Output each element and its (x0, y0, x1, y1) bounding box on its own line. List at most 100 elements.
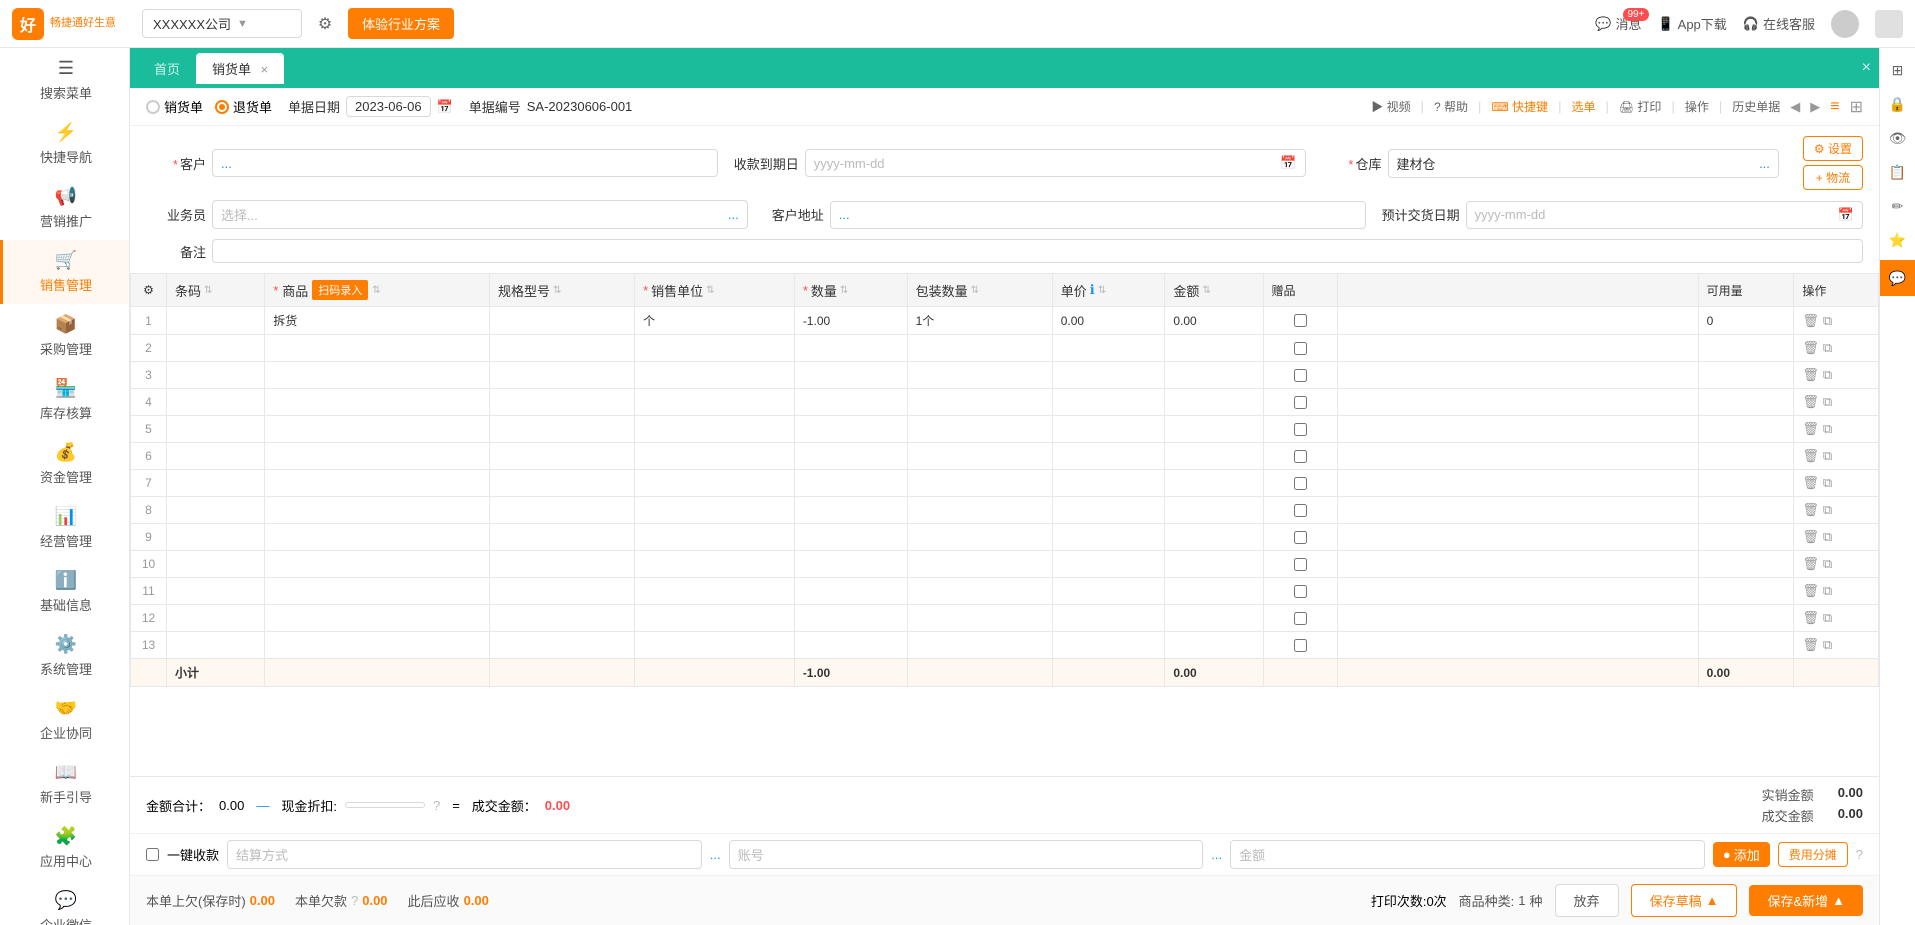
delete-icon[interactable]: 🗑 (1802, 421, 1819, 437)
discard-btn[interactable]: 放弃 (1555, 884, 1619, 917)
company-selector[interactable]: XXXXXX公司 ▼ (142, 9, 302, 38)
view-grid-icon[interactable]: ⊞ (1850, 97, 1863, 117)
row-gift-checkbox[interactable] (1294, 531, 1307, 544)
tab-home[interactable]: 首页 (138, 53, 196, 84)
add-payment-btn[interactable]: ● 添加 (1713, 842, 1770, 867)
rs-icon-6[interactable]: ⭐ (1884, 226, 1912, 254)
sidebar-item-sales[interactable]: 🛒 销售管理 (0, 240, 129, 304)
tab-close-icon[interactable]: × (261, 62, 269, 77)
sidebar-item-enterprise[interactable]: 🤝 企业协同 (0, 688, 129, 752)
dropdown-arrow-draft-icon[interactable]: ▲ (1706, 893, 1719, 908)
sidebar-item-quick-nav[interactable]: ⚡ 快捷导航 (0, 112, 129, 176)
sort-icon-unit[interactable]: ⇅ (706, 285, 714, 296)
due-date-input[interactable]: yyyy-mm-dd 📅 (805, 149, 1306, 177)
company-settings-icon[interactable]: ⚙ (310, 9, 340, 39)
sidebar-item-app-center[interactable]: 🧩 应用中心 (0, 816, 129, 880)
help-icon[interactable]: ? (433, 798, 440, 813)
one-click-payment-checkbox[interactable] (146, 848, 159, 861)
copy-icon[interactable]: ⧉ (1823, 529, 1832, 545)
sidebar-item-wechat[interactable]: 💬 企业微信 (0, 880, 129, 925)
save-new-btn[interactable]: 保存&新增 ▲ (1749, 885, 1863, 916)
row-1-product[interactable]: 拆货 (265, 307, 490, 335)
calendar-icon[interactable]: 📅 (437, 99, 453, 115)
row-1-barcode[interactable] (167, 307, 265, 335)
save-draft-btn[interactable]: 保存草稿 ▲ (1631, 884, 1738, 917)
copy-icon[interactable]: ⧉ (1823, 475, 1832, 491)
row-gift-checkbox[interactable] (1294, 342, 1307, 355)
help-link[interactable]: ? 帮助 (1434, 98, 1468, 115)
message-btn[interactable]: 💬 消息 99+ (1595, 14, 1641, 33)
copy-icon[interactable]: ⧉ (1823, 448, 1832, 464)
user-menu-icon[interactable] (1875, 10, 1903, 38)
customer-input[interactable]: ... (212, 149, 718, 177)
row-gift-checkbox[interactable] (1294, 423, 1307, 436)
row-1-amount[interactable]: 0.00 (1165, 307, 1263, 335)
sidebar-item-finance[interactable]: 💰 资金管理 (0, 432, 129, 496)
row-gift-checkbox[interactable] (1294, 612, 1307, 625)
app-download-btn[interactable]: 📱 App下载 (1657, 14, 1726, 33)
row-gift-checkbox[interactable] (1294, 585, 1307, 598)
date-value[interactable]: 2023-06-06 (346, 96, 431, 117)
rs-icon-3[interactable]: 👁 (1884, 124, 1912, 152)
discount-input[interactable] (345, 802, 425, 808)
rs-icon-1[interactable]: ⊞ (1884, 56, 1912, 84)
trial-button[interactable]: 体验行业方案 (348, 8, 454, 39)
dropdown-arrow-save-icon[interactable]: ▲ (1832, 893, 1845, 908)
copy-icon[interactable]: ⧉ (1823, 502, 1832, 518)
delivery-date-input[interactable]: yyyy-mm-dd 📅 (1466, 201, 1863, 229)
row-1-unit[interactable]: 个 (635, 307, 795, 335)
payment-method-input[interactable]: 结算方式 (227, 840, 702, 869)
row-1-qty[interactable]: -1.00 (794, 307, 907, 335)
shortcut-link[interactable]: ⌨ 快捷键 (1491, 98, 1548, 115)
sidebar-item-system[interactable]: ⚙️ 系统管理 (0, 624, 129, 688)
expense-help-icon[interactable]: ? (1856, 847, 1863, 862)
rs-icon-2[interactable]: 🔒 (1884, 90, 1912, 118)
row-1-price[interactable]: 0.00 (1052, 307, 1165, 335)
print-link[interactable]: 🖨 打印 (1619, 98, 1662, 115)
video-link[interactable]: ▶ 视频 (1371, 98, 1410, 115)
user-avatar[interactable] (1831, 10, 1859, 38)
view-list-icon[interactable]: ≡ (1830, 98, 1839, 116)
salesman-input[interactable]: 选择... ... (212, 200, 748, 229)
remark-input[interactable] (212, 239, 1863, 263)
delete-icon[interactable]: 🗑 (1802, 340, 1819, 356)
sidebar-item-marketing[interactable]: 📢 营销推广 (0, 176, 129, 240)
row-1-gift-checkbox[interactable] (1294, 314, 1307, 327)
row-gift-checkbox[interactable] (1294, 369, 1307, 382)
sort-icon-product[interactable]: ⇅ (372, 285, 380, 296)
sort-icon-price[interactable]: ⇅ (1098, 285, 1106, 296)
delete-icon[interactable]: 🗑 (1802, 502, 1819, 518)
row-1-spec[interactable] (489, 307, 634, 335)
col-settings-header[interactable]: ⚙ (131, 274, 167, 307)
logistics-btn[interactable]: + 物流 (1803, 165, 1863, 190)
delete-icon[interactable]: 🗑 (1802, 583, 1819, 599)
delete-icon[interactable]: 🗑 (1802, 610, 1819, 626)
delete-icon[interactable]: 🗑 (1802, 475, 1819, 491)
sidebar-item-inventory[interactable]: 🏪 库存核算 (0, 368, 129, 432)
payment-account-input[interactable]: 账号 (729, 840, 1204, 869)
history-link[interactable]: 历史单据 (1732, 98, 1780, 115)
sort-icon[interactable]: ⇅ (204, 285, 212, 296)
settings-action-btn[interactable]: ⚙ 设置 (1803, 136, 1863, 161)
sidebar-item-operations[interactable]: 📊 经营管理 (0, 496, 129, 560)
current-owe-help[interactable]: ? (351, 893, 358, 908)
copy-icon[interactable]: ⧉ (1823, 637, 1832, 653)
row-gift-checkbox[interactable] (1294, 558, 1307, 571)
delete-icon[interactable]: 🗑 (1802, 313, 1819, 329)
tab-close-all-icon[interactable]: × (1862, 59, 1871, 77)
radio-return-order[interactable]: 退货单 (215, 97, 272, 116)
warehouse-input[interactable]: 建材仓 ... (1388, 149, 1779, 178)
rs-icon-4[interactable]: 📋 (1884, 158, 1912, 186)
copy-icon[interactable]: ⧉ (1823, 313, 1832, 329)
price-info-icon[interactable]: ℹ (1090, 282, 1095, 298)
expense-split-btn[interactable]: 费用分摊 (1778, 842, 1848, 867)
copy-icon[interactable]: ⧉ (1823, 367, 1832, 383)
delete-icon[interactable]: 🗑 (1802, 556, 1819, 572)
delete-icon[interactable]: 🗑 (1802, 529, 1819, 545)
sort-icon-qty[interactable]: ⇅ (840, 285, 848, 296)
copy-icon[interactable]: ⧉ (1823, 583, 1832, 599)
sort-icon-spec[interactable]: ⇅ (553, 285, 561, 296)
next-icon[interactable]: ▶ (1810, 99, 1820, 115)
row-gift-checkbox[interactable] (1294, 450, 1307, 463)
sidebar-item-purchase[interactable]: 📦 采购管理 (0, 304, 129, 368)
